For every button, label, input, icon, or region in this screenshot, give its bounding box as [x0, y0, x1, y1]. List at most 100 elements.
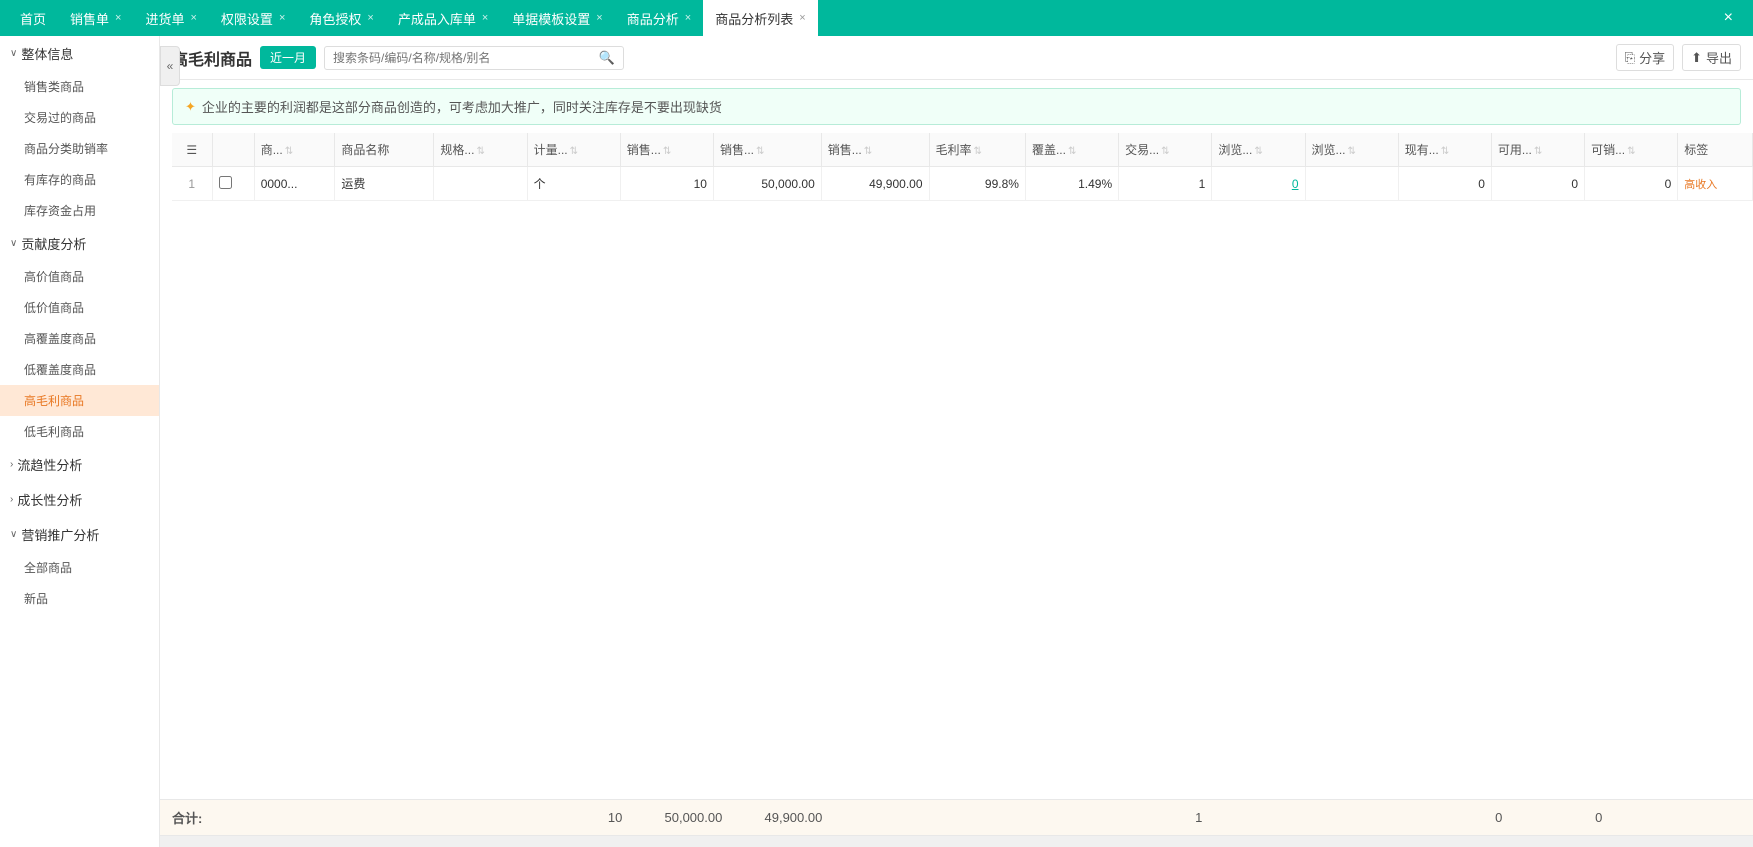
col-header-17: 标签	[1678, 133, 1753, 167]
col-header-10[interactable]: 覆盖...⇅	[1025, 133, 1118, 167]
col-header-1	[212, 133, 254, 167]
sort-icon: ⇅	[864, 146, 872, 157]
row-saleable: 0	[1585, 167, 1678, 201]
sidebar-item-高覆盖度商品[interactable]: 高覆盖度商品	[0, 323, 159, 354]
nav-item-首页[interactable]: 首页	[8, 0, 58, 36]
sidebar-item-交易过的商品[interactable]: 交易过的商品	[0, 102, 159, 133]
nav-item-进货单[interactable]: 进货单×	[133, 0, 208, 36]
nav-close-icon[interactable]: ×	[279, 12, 285, 24]
info-text: 企业的主要的利润都是这部分商品创造的，可考虑加大推广，同时关注库存是不要出现缺货	[202, 97, 722, 116]
footer-transactions: 1	[1122, 810, 1202, 825]
sidebar-item-全部商品[interactable]: 全部商品	[0, 552, 159, 583]
nav-item-商品分析[interactable]: 商品分析×	[615, 0, 703, 36]
col-header-9[interactable]: 毛利率⇅	[929, 133, 1025, 167]
sort-icon: ⇅	[974, 146, 982, 157]
col-header-3: 商品名称	[335, 133, 434, 167]
share-icon: ⎘	[1625, 50, 1635, 66]
row-browse2	[1305, 167, 1398, 201]
sidebar-item-低毛利商品[interactable]: 低毛利商品	[0, 416, 159, 447]
nav-close-icon[interactable]: ×	[799, 12, 805, 24]
sidebar-item-有库存的商品[interactable]: 有库存的商品	[0, 164, 159, 195]
search-input[interactable]	[333, 51, 599, 65]
sidebar: ∨整体信息销售类商品交易过的商品商品分类助销率有库存的商品库存资金占用∨贡献度分…	[0, 36, 160, 847]
nav-item-权限设置[interactable]: 权限设置×	[209, 0, 297, 36]
nav-close-icon[interactable]: ×	[596, 12, 602, 24]
nav-close-icon[interactable]: ×	[685, 12, 691, 24]
sidebar-item-新品[interactable]: 新品	[0, 583, 159, 614]
sort-icon: ⇅	[756, 146, 764, 157]
col-header-12[interactable]: 浏览...⇅	[1212, 133, 1305, 167]
sort-icon: ⇅	[1534, 146, 1542, 157]
sidebar-item-低价值商品[interactable]: 低价值商品	[0, 292, 159, 323]
nav-close-icon[interactable]: ×	[190, 12, 196, 24]
row-tag: 高收入	[1678, 167, 1753, 201]
content-header: 高毛利商品 近一月 🔍 ⎘ 分享 ⬆ 导出	[160, 36, 1753, 80]
sort-icon: ⇅	[570, 146, 578, 157]
table-footer: 合计: 10 50,000.00 49,900.00 1 0 0	[160, 799, 1753, 835]
header-actions: ⎘ 分享 ⬆ 导出	[1616, 44, 1741, 71]
sidebar-group-流趋性分析[interactable]: ›流趋性分析	[0, 447, 159, 482]
sidebar-item-库存资金占用[interactable]: 库存资金占用	[0, 195, 159, 226]
footer-current-stock: 0	[1422, 810, 1502, 825]
row-code: 0000...	[254, 167, 335, 201]
table-container: ☰商...⇅商品名称规格...⇅计量...⇅销售...⇅销售...⇅销售...⇅…	[172, 133, 1753, 799]
sort-icon: ⇅	[1161, 146, 1169, 157]
row-index: 1	[172, 167, 212, 201]
row-transactions: 1	[1119, 167, 1212, 201]
row-current-stock: 0	[1398, 167, 1491, 201]
col-header-7[interactable]: 销售...⇅	[713, 133, 821, 167]
row-browse1: 0	[1212, 167, 1305, 201]
col-header-16[interactable]: 可销...⇅	[1585, 133, 1678, 167]
sidebar-item-低覆盖度商品[interactable]: 低覆盖度商品	[0, 354, 159, 385]
nav-item-商品分析列表[interactable]: 商品分析列表×	[703, 0, 817, 36]
col-header-6[interactable]: 销售...⇅	[620, 133, 713, 167]
col-header-11[interactable]: 交易...⇅	[1119, 133, 1212, 167]
nav-item-销售单[interactable]: 销售单×	[58, 0, 133, 36]
nav-item-角色授权[interactable]: 角色授权×	[297, 0, 385, 36]
info-icon: ✦	[185, 99, 196, 115]
date-filter-button[interactable]: 近一月	[260, 46, 316, 69]
sidebar-group-label: 成长性分析	[17, 490, 82, 509]
sidebar-group-贡献度分析[interactable]: ∨贡献度分析	[0, 226, 159, 261]
nav-item-单据模板设置[interactable]: 单据模板设置×	[500, 0, 614, 36]
col-header-4[interactable]: 规格...⇅	[434, 133, 527, 167]
footer-sales-qty: 10	[542, 810, 622, 825]
sidebar-item-高价值商品[interactable]: 高价值商品	[0, 261, 159, 292]
nav-close-icon[interactable]: ×	[115, 12, 121, 24]
col-header-15[interactable]: 可用...⇅	[1491, 133, 1584, 167]
sidebar-item-销售类商品[interactable]: 销售类商品	[0, 71, 159, 102]
sort-icon: ⇅	[1068, 146, 1076, 157]
col-header-2[interactable]: 商...⇅	[254, 133, 335, 167]
sidebar-toggle-button[interactable]: «	[160, 46, 180, 86]
export-icon: ⬆	[1691, 50, 1702, 66]
sidebar-group-营销推广分析[interactable]: ∨营销推广分析	[0, 517, 159, 552]
main-layout: ∨整体信息销售类商品交易过的商品商品分类助销率有库存的商品库存资金占用∨贡献度分…	[0, 36, 1753, 847]
nav-item-产成品入库单[interactable]: 产成品入库单×	[386, 0, 500, 36]
page-title: 高毛利商品	[172, 46, 252, 70]
footer-sales-amt: 50,000.00	[642, 810, 722, 825]
col-header-8[interactable]: 销售...⇅	[821, 133, 929, 167]
sidebar-group-整体信息[interactable]: ∨整体信息	[0, 36, 159, 71]
nav-close-icon[interactable]: ×	[367, 12, 373, 24]
sidebar-item-高毛利商品[interactable]: 高毛利商品	[0, 385, 159, 416]
sidebar-item-商品分类助销率[interactable]: 商品分类助销率	[0, 133, 159, 164]
row-unit: 个	[527, 167, 620, 201]
row-checkbox-input[interactable]	[219, 176, 232, 189]
sort-icon: ⇅	[1254, 146, 1262, 157]
share-button[interactable]: ⎘ 分享	[1616, 44, 1674, 71]
row-coverage: 1.49%	[1025, 167, 1118, 201]
data-table: ☰商...⇅商品名称规格...⇅计量...⇅销售...⇅销售...⇅销售...⇅…	[172, 133, 1753, 201]
sidebar-group-label: 营销推广分析	[21, 525, 99, 544]
col-header-14[interactable]: 现有...⇅	[1398, 133, 1491, 167]
col-header-5[interactable]: 计量...⇅	[527, 133, 620, 167]
nav-close-icon[interactable]: ×	[482, 12, 488, 24]
sidebar-group-label: 贡献度分析	[21, 234, 86, 253]
horizontal-scrollbar[interactable]	[160, 835, 1753, 847]
search-icon[interactable]: 🔍	[599, 50, 615, 66]
sidebar-group-成长性分析[interactable]: ›成长性分析	[0, 482, 159, 517]
col-header-13[interactable]: 浏览...⇅	[1305, 133, 1398, 167]
window-close-button[interactable]: ×	[1712, 9, 1745, 27]
search-box: 🔍	[324, 46, 624, 70]
row-gross-rate: 99.8%	[929, 167, 1025, 201]
export-button[interactable]: ⬆ 导出	[1682, 44, 1741, 71]
